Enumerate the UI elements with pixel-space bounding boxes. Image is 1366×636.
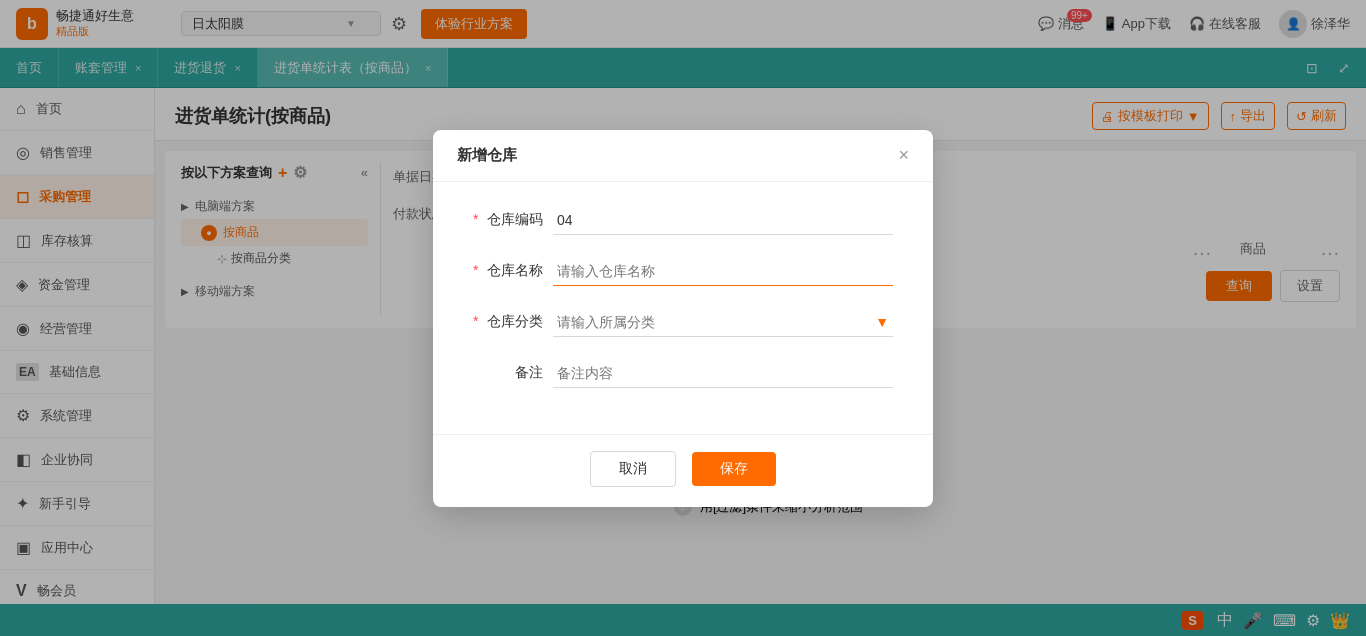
modal-close-button[interactable]: × bbox=[898, 146, 909, 164]
form-row-warehouse-name: 仓库名称 bbox=[473, 257, 893, 286]
warehouse-category-select-wrap[interactable]: ▼ bbox=[553, 308, 893, 337]
modal-body: 仓库编码 仓库名称 仓库分类 ▼ 备注 bbox=[433, 182, 933, 434]
warehouse-name-input[interactable] bbox=[553, 257, 893, 286]
warehouse-name-label: 仓库名称 bbox=[473, 262, 553, 280]
modal-header: 新增仓库 × bbox=[433, 130, 933, 182]
new-warehouse-modal: 新增仓库 × 仓库编码 仓库名称 仓库分类 ▼ bbox=[433, 130, 933, 507]
warehouse-category-label: 仓库分类 bbox=[473, 313, 553, 331]
modal-title: 新增仓库 bbox=[457, 146, 517, 165]
remark-label: 备注 bbox=[473, 364, 553, 382]
modal-overlay: 新增仓库 × 仓库编码 仓库名称 仓库分类 ▼ bbox=[0, 0, 1366, 636]
warehouse-category-input[interactable] bbox=[553, 308, 893, 336]
modal-footer: 取消 保存 bbox=[433, 434, 933, 507]
warehouse-code-label: 仓库编码 bbox=[473, 211, 553, 229]
form-row-remark: 备注 bbox=[473, 359, 893, 388]
form-row-warehouse-code: 仓库编码 bbox=[473, 206, 893, 235]
modal-save-button[interactable]: 保存 bbox=[692, 452, 776, 486]
warehouse-code-input[interactable] bbox=[553, 206, 893, 235]
form-row-warehouse-category: 仓库分类 ▼ bbox=[473, 308, 893, 337]
remark-input[interactable] bbox=[553, 359, 893, 388]
modal-cancel-button[interactable]: 取消 bbox=[590, 451, 676, 487]
